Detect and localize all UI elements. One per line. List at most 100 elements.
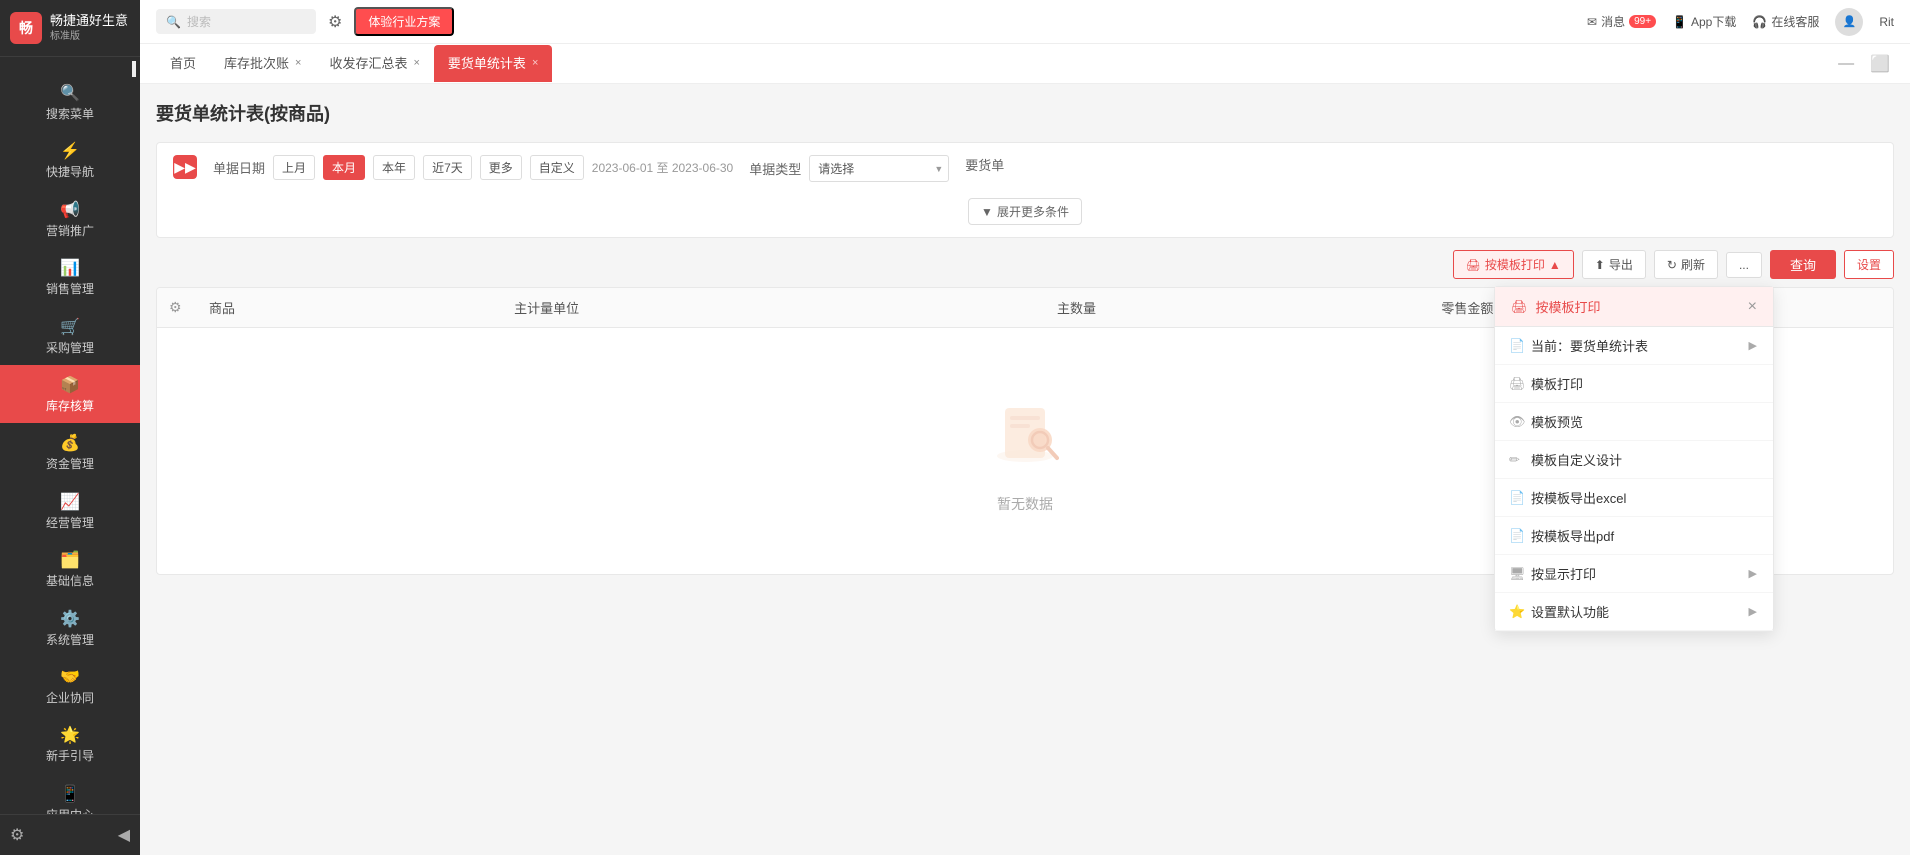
tabs-bar: 首页 库存批次账 × 收发存汇总表 × 要货单统计表 × — ⬜: [140, 44, 1910, 84]
dropdown-template-print[interactable]: 🖨 模板打印: [1495, 365, 1773, 403]
settings-bottom-icon[interactable]: ⚙: [10, 825, 24, 845]
dropdown-set-default[interactable]: ⭐ 设置默认功能 ▶: [1495, 593, 1773, 631]
dropdown-export-excel[interactable]: 📄 按模板导出excel: [1495, 479, 1773, 517]
message-icon: ✉: [1587, 15, 1597, 29]
marketing-icon: 📢: [60, 200, 80, 220]
tabs-right-controls: — ⬜: [1834, 52, 1894, 76]
dropdown-template-design[interactable]: ✏ 模板自定义设计: [1495, 441, 1773, 479]
user-avatar[interactable]: 👤: [1835, 8, 1863, 36]
sidebar-item-basics[interactable]: 🗂️ 基础信息: [0, 540, 140, 598]
preview-icon: 👁: [1509, 414, 1526, 430]
page-content: 要货单统计表(按商品) ▶▶ 单据日期 上月 本月 本年 近7天 更多 自定义 …: [140, 84, 1910, 855]
topbar-gear-icon[interactable]: ⚙: [328, 12, 342, 32]
sidebar-item-sales[interactable]: 📊 销售管理: [0, 248, 140, 306]
sidebar-item-enterprise[interactable]: 🤝 企业协同: [0, 657, 140, 715]
chevron-right-icon: ▶: [1749, 339, 1757, 352]
collapse-sidebar-icon[interactable]: ◀: [118, 825, 130, 845]
dropdown-current-template[interactable]: 📄 当前：要货单统计表 ▶: [1495, 327, 1773, 365]
filter-bar: ▶▶ 单据日期 上月 本月 本年 近7天 更多 自定义 2023-06-01 至…: [156, 142, 1894, 238]
tab-order-stats[interactable]: 要货单统计表 ×: [434, 45, 552, 82]
tab-close-inventory-batch[interactable]: ×: [295, 57, 301, 69]
username-label: Rit: [1879, 15, 1894, 29]
tab-home[interactable]: 首页: [156, 45, 210, 82]
date-btn-last7days[interactable]: 近7天: [423, 155, 472, 180]
dropdown-display-print[interactable]: 🖥 按显示打印 ▶: [1495, 555, 1773, 593]
export-icon: ⬆: [1595, 258, 1605, 272]
settings-button[interactable]: 设置: [1844, 250, 1894, 279]
sidebar-item-finance[interactable]: 💰 资金管理: [0, 423, 140, 481]
filter-expand-button[interactable]: ▶▶: [173, 155, 197, 179]
topbar-actions: ✉ 消息 99+ 📱 App下载 🎧 在线客服 👤 Rit: [1587, 8, 1894, 36]
sidebar-item-operations[interactable]: 📈 经营管理: [0, 482, 140, 540]
date-filter-label: 单据日期: [213, 158, 265, 177]
sidebar-item-quicknav[interactable]: ⚡ 快捷导航: [0, 131, 140, 189]
type-select-wrapper[interactable]: 请选择: [809, 155, 949, 182]
sidebar-item-marketing[interactable]: 📢 营销推广: [0, 190, 140, 248]
sidebar-item-purchase[interactable]: 🛒 采购管理: [0, 307, 140, 365]
quantity-filter-group: 要货单: [965, 155, 1004, 174]
headset-icon: 🎧: [1752, 15, 1767, 29]
dropdown-title: 🖨 按模板打印: [1511, 297, 1601, 316]
date-btn-more[interactable]: 更多: [480, 155, 522, 180]
online-service-button[interactable]: 🎧 在线客服: [1752, 13, 1819, 30]
table-settings-icon[interactable]: ⚙: [169, 299, 182, 315]
apps-icon: 📱: [60, 784, 80, 804]
system-icon: ⚙️: [60, 609, 80, 629]
export-button[interactable]: ⬆ 导出: [1582, 250, 1646, 279]
topbar-search-box[interactable]: 🔍 搜索: [156, 9, 316, 34]
tab-inventory-batch[interactable]: 库存批次账 ×: [210, 45, 315, 82]
app-download-button[interactable]: 📱 App下载: [1672, 13, 1736, 30]
date-range-display: 2023-06-01 至 2023-06-30: [592, 159, 733, 176]
dropdown-close-button[interactable]: ×: [1748, 298, 1757, 316]
search-icon: 🔍: [60, 83, 80, 103]
default-icon: ⭐: [1509, 604, 1525, 620]
trial-button[interactable]: 体验行业方案: [354, 7, 454, 36]
pdf-icon: 📄: [1509, 528, 1525, 544]
query-button[interactable]: 查询: [1770, 250, 1836, 279]
print-icon: 🖨: [1466, 258, 1481, 272]
type-select[interactable]: 请选择: [809, 155, 949, 182]
printer-icon: 🖨: [1511, 299, 1528, 315]
topbar-search-icon: 🔍: [166, 15, 181, 29]
sidebar-item-inventory[interactable]: 📦 库存核算: [0, 365, 140, 423]
sidebar-logo: 畅 畅捷通好生意 标准版: [0, 0, 140, 57]
col-header-quantity: 主数量: [1045, 288, 1429, 328]
tab-close-receipts-summary[interactable]: ×: [413, 57, 419, 69]
display-print-icon: 🖥: [1509, 566, 1526, 582]
sidebar-item-apps[interactable]: 📱 应用中心: [0, 774, 140, 814]
operations-icon: 📈: [60, 492, 80, 512]
sidebar-item-guide[interactable]: 🌟 新手引导: [0, 715, 140, 773]
expand-more-row: ▼ 展开更多条件: [173, 198, 1877, 225]
dropdown-template-preview[interactable]: 👁 模板预览: [1495, 403, 1773, 441]
message-badge: 99+: [1629, 15, 1656, 28]
tab-receipts-summary[interactable]: 收发存汇总表 ×: [315, 45, 433, 82]
message-button[interactable]: ✉ 消息 99+: [1587, 13, 1656, 30]
date-btn-prev-month[interactable]: 上月: [273, 155, 315, 180]
sidebar-nav: 🔍 搜索菜单 ⚡ 快捷导航 📢 营销推广 📊 销售管理 🛒 采购管理 📦 库存核…: [0, 73, 140, 814]
app-download-icon: 📱: [1672, 15, 1687, 29]
topbar: 🔍 搜索 ⚙ 体验行业方案 ✉ 消息 99+ 📱 App下载 🎧 在线客服 👤 …: [140, 0, 1910, 44]
tab-close-order-stats[interactable]: ×: [532, 57, 538, 69]
sidebar-item-system[interactable]: ⚙️ 系统管理: [0, 599, 140, 657]
purchase-icon: 🛒: [60, 317, 80, 337]
dropdown-header: 🖨 按模板打印 ×: [1495, 287, 1773, 327]
date-btn-current-month[interactable]: 本月: [323, 155, 365, 180]
document-icon: 📄: [1509, 338, 1525, 354]
more-button[interactable]: ...: [1726, 252, 1762, 278]
guide-icon: 🌟: [60, 725, 80, 745]
date-btn-custom[interactable]: 自定义: [530, 155, 584, 180]
refresh-button[interactable]: ↻ 刷新: [1654, 250, 1718, 279]
date-filter-group: 单据日期 上月 本月 本年 近7天 更多 自定义 2023-06-01 至 20…: [213, 155, 733, 180]
design-icon: ✏: [1509, 452, 1520, 468]
app-logo-icon: 畅: [10, 12, 42, 44]
tab-maximize-icon[interactable]: ⬜: [1866, 52, 1894, 76]
tab-minimize-icon[interactable]: —: [1834, 53, 1858, 75]
print-template-button[interactable]: 🖨 按模板打印 ▲: [1453, 250, 1574, 279]
type-filter-label: 单据类型: [749, 159, 801, 178]
sidebar-item-search[interactable]: 🔍 搜索菜单: [0, 73, 140, 131]
dropdown-export-pdf[interactable]: 📄 按模板导出pdf: [1495, 517, 1773, 555]
date-btn-current-year[interactable]: 本年: [373, 155, 415, 180]
expand-more-button[interactable]: ▼ 展开更多条件: [968, 198, 1082, 225]
excel-icon: 📄: [1509, 490, 1525, 506]
finance-icon: 💰: [60, 433, 80, 453]
